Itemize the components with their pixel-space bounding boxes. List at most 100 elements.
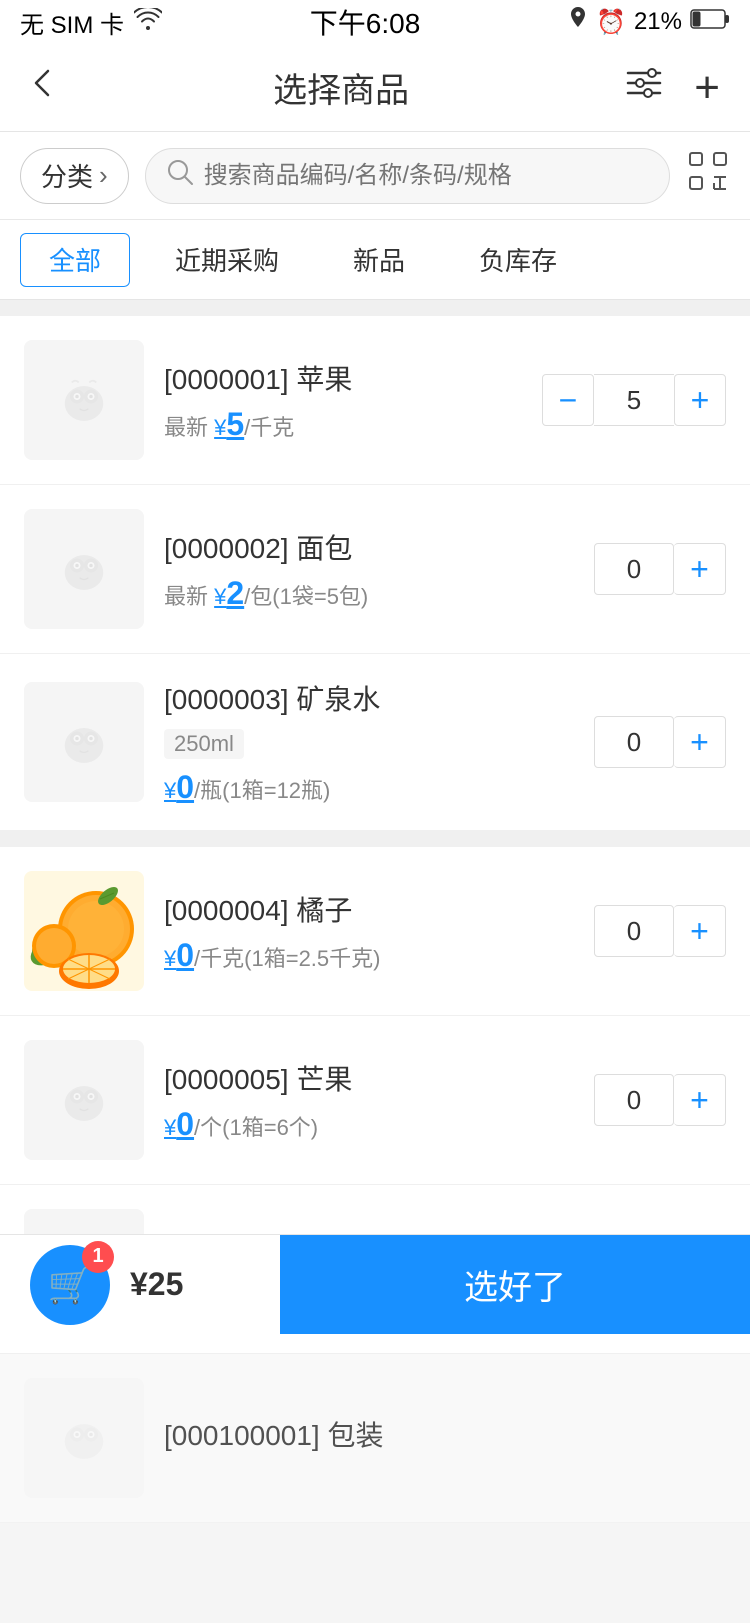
nav-bar: 选择商品 +	[0, 44, 750, 132]
status-right: ⏰ 21%	[568, 7, 730, 38]
tab-bar: 全部 近期采购 新品 负库存	[0, 220, 750, 300]
product-price: ¥0/千克(1箱=2.5千克)	[164, 937, 574, 974]
product-thumbnail	[24, 871, 144, 991]
price-amount: 0	[176, 1106, 194, 1142]
list-item: [0000004] 橘子 ¥0/千克(1箱=2.5千克) +	[0, 847, 750, 1016]
list-item: [0000005] 芒果 ¥0/个(1箱=6个) +	[0, 1016, 750, 1185]
quantity-control: +	[594, 1074, 726, 1126]
category-button[interactable]: 分类 ›	[20, 148, 129, 204]
quantity-increase-button[interactable]: +	[674, 543, 726, 595]
product-name: [0000002] 面包	[164, 527, 574, 567]
tab-recent[interactable]: 近期采购	[146, 233, 308, 287]
product-name: [0000001] 苹果	[164, 358, 522, 398]
tab-new-label: 新品	[353, 241, 405, 278]
list-item: [0000002] 面包 最新 ¥2/包(1袋=5包) +	[0, 485, 750, 654]
category-chevron: ›	[99, 160, 108, 191]
price-amount: 0	[176, 769, 194, 805]
bottom-spacer	[0, 1523, 750, 1623]
battery-icon	[690, 8, 730, 37]
cart-badge: 1	[82, 1241, 114, 1273]
quantity-control: − +	[542, 374, 726, 426]
bottom-bar: 🛒 1 ¥25 选好了	[0, 1234, 750, 1334]
quantity-increase-button[interactable]: +	[674, 905, 726, 957]
product-thumbnail	[24, 682, 144, 802]
price-label: 最新	[164, 415, 214, 440]
product-name: [000100001] 包装	[164, 1414, 726, 1454]
product-info: [0000004] 橘子 ¥0/千克(1箱=2.5千克)	[164, 889, 574, 974]
search-box[interactable]	[145, 148, 670, 204]
tab-negative[interactable]: 负库存	[450, 233, 586, 287]
list-item: [000100001] 包装	[0, 1354, 750, 1523]
battery-percent: 21%	[634, 8, 682, 36]
quantity-decrease-button[interactable]: −	[542, 374, 594, 426]
price-currency: ¥	[214, 415, 226, 440]
status-bar: 无 SIM 卡 下午6:08 ⏰ 21%	[0, 0, 750, 44]
cart-icon: 🛒	[48, 1264, 93, 1306]
product-info: [0000005] 芒果 ¥0/个(1箱=6个)	[164, 1058, 574, 1143]
divider-2	[0, 831, 750, 847]
confirm-button[interactable]: 选好了	[280, 1235, 750, 1334]
product-thumbnail	[24, 1040, 144, 1160]
tab-new[interactable]: 新品	[324, 233, 434, 287]
product-info: [0000001] 苹果 最新 ¥5/千克	[164, 358, 522, 443]
quantity-increase-button[interactable]: +	[674, 1074, 726, 1126]
price-unit: /瓶(1箱=12瓶)	[194, 778, 330, 803]
quantity-increase-button[interactable]: +	[674, 716, 726, 768]
filter-icon[interactable]	[624, 65, 664, 110]
status-time: 下午6:08	[310, 2, 421, 42]
cart-button[interactable]: 🛒 1	[30, 1245, 110, 1325]
filter-row: 分类 ›	[0, 132, 750, 220]
product-thumbnail	[24, 509, 144, 629]
price-label: 最新	[164, 584, 214, 609]
wifi-icon	[134, 8, 162, 37]
price-currency: ¥	[214, 584, 226, 609]
product-list: [0000001] 苹果 最新 ¥5/千克 − +	[0, 316, 750, 1523]
product-name: [0000003] 矿泉水	[164, 678, 574, 718]
price-currency: ¥	[164, 778, 176, 803]
nav-actions: +	[624, 63, 720, 113]
quantity-input[interactable]	[594, 716, 674, 768]
alarm-icon: ⏰	[596, 8, 626, 37]
tab-negative-label: 负库存	[479, 241, 557, 278]
product-name: [0000004] 橘子	[164, 889, 574, 929]
quantity-control: +	[594, 905, 726, 957]
price-unit: /千克(1箱=2.5千克)	[194, 946, 380, 971]
product-price: 最新 ¥5/千克	[164, 406, 522, 443]
quantity-input[interactable]	[594, 543, 674, 595]
product-price: ¥0/瓶(1箱=12瓶)	[164, 769, 574, 806]
quantity-control: +	[594, 716, 726, 768]
product-info: [0000003] 矿泉水 250ml ¥0/瓶(1箱=12瓶)	[164, 678, 574, 806]
sim-status: 无 SIM 卡	[20, 5, 124, 40]
product-spec: 250ml	[164, 729, 244, 759]
list-item: [0000003] 矿泉水 250ml ¥0/瓶(1箱=12瓶) +	[0, 654, 750, 831]
page-title: 选择商品	[273, 63, 409, 112]
product-name: [0000005] 芒果	[164, 1058, 574, 1098]
price-amount: 0	[176, 937, 194, 973]
quantity-increase-button[interactable]: +	[674, 374, 726, 426]
tab-recent-label: 近期采购	[175, 241, 279, 278]
price-unit: /包(1袋=5包)	[244, 584, 368, 609]
category-label: 分类	[41, 157, 93, 194]
quantity-input[interactable]	[594, 905, 674, 957]
divider-1	[0, 300, 750, 316]
list-item: [0000001] 苹果 最新 ¥5/千克 − +	[0, 316, 750, 485]
product-info: [0000002] 面包 最新 ¥2/包(1袋=5包)	[164, 527, 574, 612]
quantity-control: +	[594, 543, 726, 595]
add-button[interactable]: +	[694, 63, 720, 113]
back-button[interactable]	[30, 61, 58, 114]
cart-area: 🛒 1 ¥25	[0, 1235, 280, 1334]
product-price: 最新 ¥2/包(1袋=5包)	[164, 575, 574, 612]
cart-total: ¥25	[130, 1266, 183, 1303]
product-price: ¥0/个(1箱=6个)	[164, 1106, 574, 1143]
search-input[interactable]	[204, 162, 649, 190]
scan-icon[interactable]	[686, 149, 730, 202]
product-info: [000100001] 包装	[164, 1414, 726, 1462]
price-unit: /千克	[244, 415, 294, 440]
quantity-input[interactable]	[594, 1074, 674, 1126]
tab-all[interactable]: 全部	[20, 233, 130, 287]
product-thumbnail	[24, 340, 144, 460]
location-icon	[568, 7, 588, 38]
quantity-input[interactable]	[594, 374, 674, 426]
price-currency: ¥	[164, 1115, 176, 1140]
price-unit: /个(1箱=6个)	[194, 1115, 318, 1140]
